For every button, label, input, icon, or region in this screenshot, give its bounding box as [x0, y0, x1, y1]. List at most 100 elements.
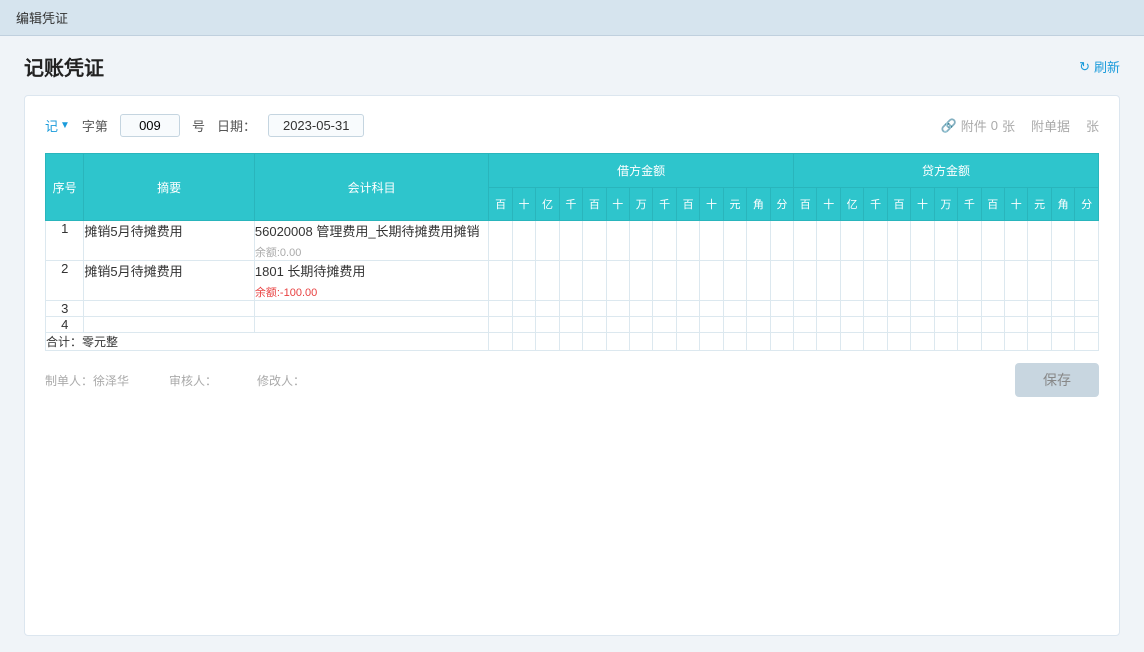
- credit-col-24-row-1[interactable]: [1051, 261, 1074, 301]
- credit-col-14-row-2[interactable]: [817, 301, 840, 317]
- credit-col-21-row-1[interactable]: [981, 261, 1004, 301]
- credit-col-13-row-0[interactable]: [794, 221, 817, 261]
- credit-col-17-row-0[interactable]: [887, 221, 910, 261]
- debit-col-12-row-2[interactable]: [770, 301, 793, 317]
- credit-col-14-row-1[interactable]: [817, 261, 840, 301]
- debit-col-2-row-0[interactable]: [536, 221, 559, 261]
- credit-col-23-row-2[interactable]: [1028, 301, 1051, 317]
- credit-col-16-row-3[interactable]: [864, 317, 887, 333]
- debit-col-12-row-3[interactable]: [770, 317, 793, 333]
- credit-col-18-row-2[interactable]: [911, 301, 934, 317]
- credit-col-16-row-0[interactable]: [864, 221, 887, 261]
- attachment-button[interactable]: 🔗 附件 0 张: [941, 116, 1015, 135]
- credit-col-21-row-3[interactable]: [981, 317, 1004, 333]
- credit-col-19-row-3[interactable]: [934, 317, 957, 333]
- credit-col-22-row-3[interactable]: [1004, 317, 1027, 333]
- credit-col-23-row-3[interactable]: [1028, 317, 1051, 333]
- debit-col-9-row-3[interactable]: [700, 317, 723, 333]
- cell-summary-2[interactable]: [84, 301, 255, 317]
- debit-col-1-row-2[interactable]: [512, 301, 535, 317]
- credit-col-21-row-2[interactable]: [981, 301, 1004, 317]
- credit-col-14-row-3[interactable]: [817, 317, 840, 333]
- credit-col-13-row-3[interactable]: [794, 317, 817, 333]
- debit-col-6-row-3[interactable]: [629, 317, 652, 333]
- debit-col-2-row-1[interactable]: [536, 261, 559, 301]
- debit-col-7-row-2[interactable]: [653, 301, 676, 317]
- debit-col-9-row-0[interactable]: [700, 221, 723, 261]
- debit-col-10-row-0[interactable]: [723, 221, 746, 261]
- debit-col-9-row-1[interactable]: [700, 261, 723, 301]
- credit-col-16-row-1[interactable]: [864, 261, 887, 301]
- save-button[interactable]: 保存: [1015, 363, 1099, 397]
- debit-col-12-row-0[interactable]: [770, 221, 793, 261]
- debit-col-3-row-2[interactable]: [559, 301, 582, 317]
- debit-col-7-row-1[interactable]: [653, 261, 676, 301]
- date-value[interactable]: 2023-05-31: [268, 114, 365, 137]
- debit-col-11-row-1[interactable]: [747, 261, 770, 301]
- credit-col-18-row-0[interactable]: [911, 221, 934, 261]
- debit-col-3-row-1[interactable]: [559, 261, 582, 301]
- credit-col-23-row-1[interactable]: [1028, 261, 1051, 301]
- debit-col-4-row-1[interactable]: [583, 261, 606, 301]
- credit-col-13-row-2[interactable]: [794, 301, 817, 317]
- debit-col-5-row-1[interactable]: [606, 261, 629, 301]
- debit-col-7-row-0[interactable]: [653, 221, 676, 261]
- debit-col-0-row-2[interactable]: [489, 301, 512, 317]
- cell-account-2[interactable]: [254, 301, 488, 317]
- credit-col-24-row-3[interactable]: [1051, 317, 1074, 333]
- debit-col-6-row-1[interactable]: [629, 261, 652, 301]
- debit-col-10-row-3[interactable]: [723, 317, 746, 333]
- cell-summary-0[interactable]: 摊销5月待摊费用: [84, 221, 255, 261]
- voucher-number-input[interactable]: [120, 114, 180, 137]
- credit-col-25-row-1[interactable]: [1075, 261, 1099, 301]
- debit-col-10-row-2[interactable]: [723, 301, 746, 317]
- debit-col-1-row-3[interactable]: [512, 317, 535, 333]
- credit-col-17-row-3[interactable]: [887, 317, 910, 333]
- debit-col-6-row-2[interactable]: [629, 301, 652, 317]
- credit-col-25-row-0[interactable]: [1075, 221, 1099, 261]
- debit-col-0-row-0[interactable]: [489, 221, 512, 261]
- debit-col-0-row-1[interactable]: [489, 261, 512, 301]
- refresh-button[interactable]: ↻ 刷新: [1079, 57, 1120, 76]
- debit-col-5-row-0[interactable]: [606, 221, 629, 261]
- debit-col-10-row-1[interactable]: [723, 261, 746, 301]
- debit-col-1-row-1[interactable]: [512, 261, 535, 301]
- debit-col-12-row-1[interactable]: [770, 261, 793, 301]
- credit-col-18-row-3[interactable]: [911, 317, 934, 333]
- debit-col-8-row-1[interactable]: [676, 261, 699, 301]
- credit-col-24-row-0[interactable]: [1051, 221, 1074, 261]
- credit-col-18-row-1[interactable]: [911, 261, 934, 301]
- credit-col-21-row-0[interactable]: [981, 221, 1004, 261]
- credit-col-25-row-2[interactable]: [1075, 301, 1099, 317]
- debit-col-5-row-3[interactable]: [606, 317, 629, 333]
- debit-col-1-row-0[interactable]: [512, 221, 535, 261]
- debit-col-9-row-2[interactable]: [700, 301, 723, 317]
- credit-col-17-row-2[interactable]: [887, 301, 910, 317]
- credit-col-14-row-0[interactable]: [817, 221, 840, 261]
- debit-col-8-row-0[interactable]: [676, 221, 699, 261]
- credit-col-22-row-1[interactable]: [1004, 261, 1027, 301]
- debit-col-3-row-0[interactable]: [559, 221, 582, 261]
- debit-col-2-row-3[interactable]: [536, 317, 559, 333]
- cell-account-0[interactable]: 56020008 管理费用_长期待摊费用摊销余额:0.00: [254, 221, 488, 261]
- credit-col-24-row-2[interactable]: [1051, 301, 1074, 317]
- cell-summary-1[interactable]: 摊销5月待摊费用: [84, 261, 255, 301]
- credit-col-25-row-3[interactable]: [1075, 317, 1099, 333]
- credit-col-15-row-1[interactable]: [840, 261, 863, 301]
- debit-col-4-row-0[interactable]: [583, 221, 606, 261]
- credit-col-19-row-0[interactable]: [934, 221, 957, 261]
- debit-col-7-row-3[interactable]: [653, 317, 676, 333]
- credit-col-20-row-3[interactable]: [958, 317, 981, 333]
- credit-col-15-row-0[interactable]: [840, 221, 863, 261]
- debit-col-11-row-2[interactable]: [747, 301, 770, 317]
- credit-col-13-row-1[interactable]: [794, 261, 817, 301]
- credit-col-17-row-1[interactable]: [887, 261, 910, 301]
- debit-col-6-row-0[interactable]: [629, 221, 652, 261]
- credit-col-20-row-2[interactable]: [958, 301, 981, 317]
- cell-account-3[interactable]: [254, 317, 488, 333]
- credit-col-15-row-3[interactable]: [840, 317, 863, 333]
- credit-col-20-row-1[interactable]: [958, 261, 981, 301]
- credit-col-20-row-0[interactable]: [958, 221, 981, 261]
- credit-col-19-row-1[interactable]: [934, 261, 957, 301]
- debit-col-4-row-2[interactable]: [583, 301, 606, 317]
